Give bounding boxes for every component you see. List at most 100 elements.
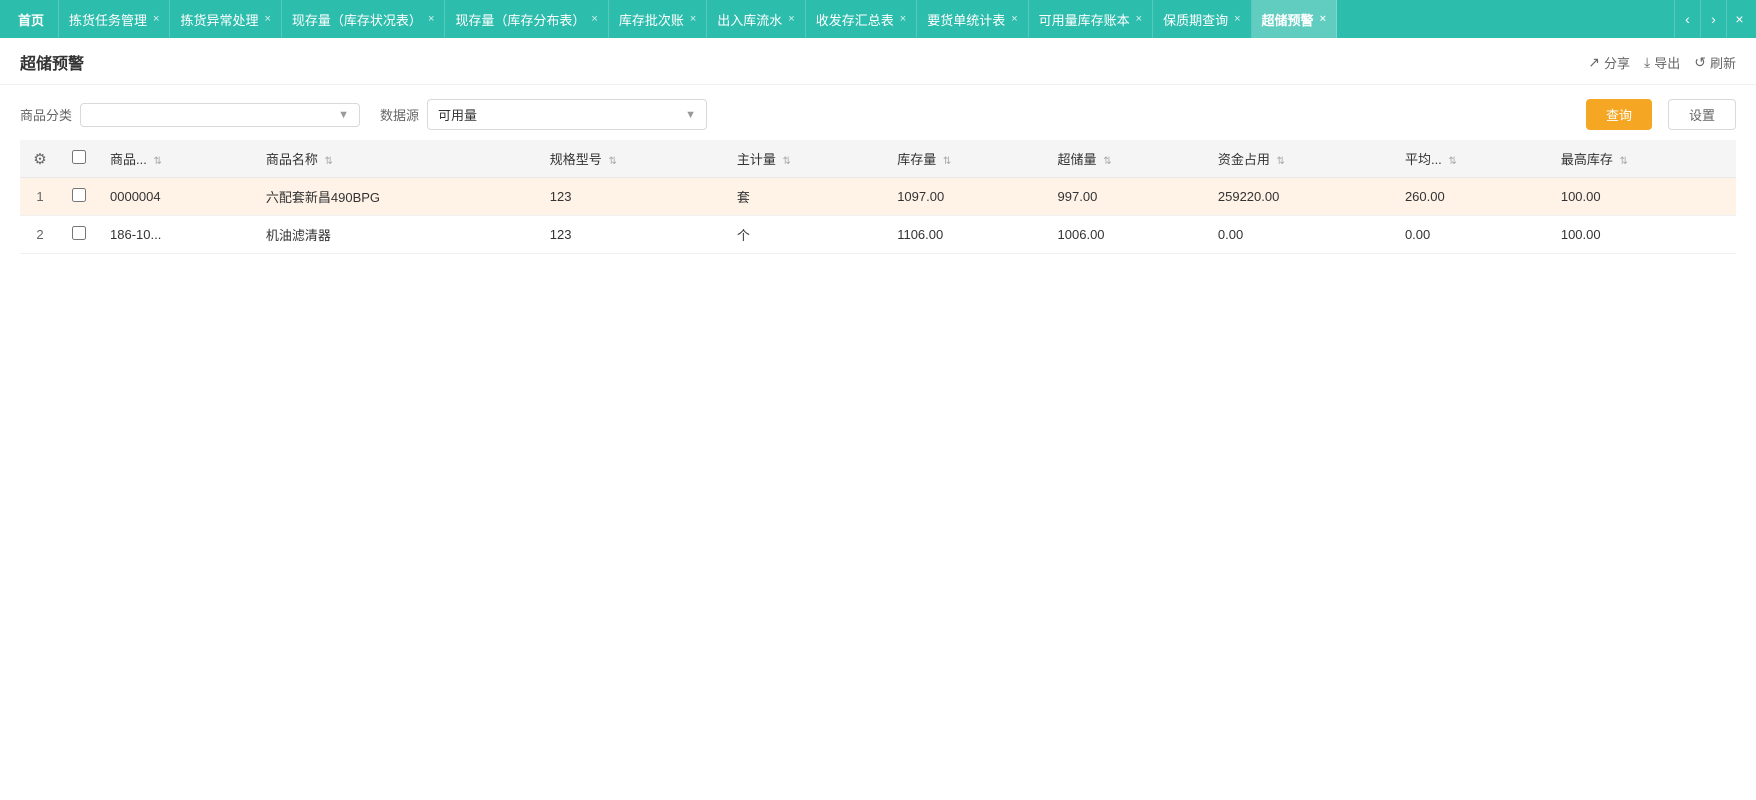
cell-overstock-1: 1006.00	[1046, 216, 1206, 254]
nav-tab-0[interactable]: 拣货任务管理 ×	[59, 0, 170, 38]
share-icon: ↗	[1588, 54, 1600, 71]
sort-icon-unit: ⇅	[783, 156, 791, 167]
col-max-stock-header[interactable]: 最高库存 ⇅	[1549, 140, 1736, 178]
sort-icon-capital: ⇅	[1277, 156, 1285, 167]
row-select-1[interactable]	[72, 226, 86, 240]
nav-bar: 首页 拣货任务管理 × 拣货异常处理 × 现存量（库存状况表） × 现存量（库存…	[0, 0, 1756, 38]
cell-overstock-0: 997.00	[1046, 178, 1206, 216]
product-category-select[interactable]: ▼	[80, 103, 360, 127]
cell-avg-0: 260.00	[1393, 178, 1549, 216]
query-button[interactable]: 查询	[1586, 99, 1652, 130]
cell-stock-1: 1106.00	[885, 216, 1045, 254]
cell-capital-1: 0.00	[1206, 216, 1393, 254]
sort-icon-product-code: ⇅	[153, 156, 161, 167]
col-product-code-header[interactable]: 商品... ⇅	[98, 140, 254, 178]
data-source-select[interactable]: 可用量 ▼	[427, 99, 707, 130]
close-tab-8[interactable]: ×	[1136, 13, 1142, 25]
nav-tab-4[interactable]: 库存批次账 ×	[609, 0, 707, 38]
filter-bar: 商品分类 ▼ 数据源 可用量 ▼ 查询 设置	[0, 85, 1756, 140]
nav-tab-6[interactable]: 收发存汇总表 ×	[806, 0, 917, 38]
data-table: ⚙ 商品... ⇅ 商品名称 ⇅ 规格型号 ⇅	[20, 140, 1736, 254]
col-spec-header[interactable]: 规格型号 ⇅	[538, 140, 725, 178]
refresh-label: 刷新	[1710, 53, 1736, 72]
col-avg-header[interactable]: 平均... ⇅	[1393, 140, 1549, 178]
row-num-0: 1	[20, 178, 60, 216]
table-body: 1 0000004 六配套新昌490BPG 123 套 1097.00 997.…	[20, 178, 1736, 254]
nav-home[interactable]: 首页	[4, 0, 59, 38]
refresh-button[interactable]: ↺ 刷新	[1694, 53, 1736, 72]
header-actions: ↗ 分享 ⤓ 导出 ↺ 刷新	[1588, 53, 1736, 72]
product-category-label: 商品分类	[20, 105, 72, 124]
cell-spec-1: 123	[538, 216, 725, 254]
cell-product-code-0: 0000004	[98, 178, 254, 216]
table-container: ⚙ 商品... ⇅ 商品名称 ⇅ 规格型号 ⇅	[0, 140, 1756, 254]
nav-tab-9[interactable]: 保质期查询 ×	[1153, 0, 1251, 38]
nav-tab-5[interactable]: 出入库流水 ×	[707, 0, 805, 38]
close-tab-6[interactable]: ×	[900, 13, 906, 25]
cell-product-name-0: 六配套新昌490BPG	[254, 178, 538, 216]
page-header: 超储预警 ↗ 分享 ⤓ 导出 ↺ 刷新	[0, 38, 1756, 85]
cell-max-stock-1: 100.00	[1549, 216, 1736, 254]
close-tab-1[interactable]: ×	[264, 13, 270, 25]
settings-button[interactable]: 设置	[1668, 99, 1736, 130]
gear-icon[interactable]: ⚙	[33, 151, 46, 168]
sort-icon-overstock: ⇅	[1103, 156, 1111, 167]
table-row: 1 0000004 六配套新昌490BPG 123 套 1097.00 997.…	[20, 178, 1736, 216]
export-button[interactable]: ⤓ 导出	[1644, 53, 1680, 72]
data-source-label: 数据源	[380, 105, 419, 124]
cell-max-stock-0: 100.00	[1549, 178, 1736, 216]
nav-tab-2[interactable]: 现存量（库存状况表） ×	[282, 0, 445, 38]
data-source-chevron-icon: ▼	[685, 109, 696, 121]
col-checkbox-header	[60, 140, 98, 178]
close-tab-10[interactable]: ×	[1320, 13, 1326, 25]
close-tab-3[interactable]: ×	[591, 13, 597, 25]
table-row: 2 186-10... 机油滤清器 123 个 1106.00 1006.00 …	[20, 216, 1736, 254]
row-num-1: 2	[20, 216, 60, 254]
sort-icon-avg: ⇅	[1448, 156, 1456, 167]
cell-spec-0: 123	[538, 178, 725, 216]
col-product-name-header[interactable]: 商品名称 ⇅	[254, 140, 538, 178]
nav-close-button[interactable]: ×	[1726, 0, 1752, 38]
sort-icon-stock: ⇅	[943, 156, 951, 167]
export-icon: ⤓	[1644, 54, 1650, 71]
refresh-icon: ↺	[1694, 54, 1706, 71]
page-title: 超储预警	[20, 50, 84, 74]
share-button[interactable]: ↗ 分享	[1588, 53, 1630, 72]
sort-icon-spec: ⇅	[608, 156, 616, 167]
col-overstock-header[interactable]: 超储量 ⇅	[1046, 140, 1206, 178]
close-tab-9[interactable]: ×	[1234, 13, 1240, 25]
select-all-checkbox[interactable]	[72, 150, 86, 164]
close-tab-0[interactable]: ×	[153, 13, 159, 25]
sort-icon-max-stock: ⇅	[1619, 156, 1627, 167]
nav-prev-button[interactable]: ‹	[1674, 0, 1700, 38]
export-label: 导出	[1654, 53, 1680, 72]
row-checkbox-0	[60, 178, 98, 216]
filter-buttons: 查询 设置	[1586, 99, 1736, 130]
cell-unit-0: 套	[725, 178, 885, 216]
col-gear-header: ⚙	[20, 140, 60, 178]
nav-next-button[interactable]: ›	[1700, 0, 1726, 38]
close-tab-2[interactable]: ×	[428, 13, 434, 25]
nav-tab-10[interactable]: 超储预警 ×	[1252, 0, 1337, 38]
data-source-value: 可用量	[438, 105, 477, 124]
cell-capital-0: 259220.00	[1206, 178, 1393, 216]
close-tab-4[interactable]: ×	[690, 13, 696, 25]
data-source-filter: 数据源 可用量 ▼	[380, 99, 707, 130]
cell-product-code-1: 186-10...	[98, 216, 254, 254]
col-capital-header[interactable]: 资金占用 ⇅	[1206, 140, 1393, 178]
cell-stock-0: 1097.00	[885, 178, 1045, 216]
col-unit-header[interactable]: 主计量 ⇅	[725, 140, 885, 178]
nav-tab-8[interactable]: 可用量库存账本 ×	[1029, 0, 1153, 38]
nav-tab-1[interactable]: 拣货异常处理 ×	[170, 0, 281, 38]
close-tab-5[interactable]: ×	[788, 13, 794, 25]
close-tab-7[interactable]: ×	[1011, 13, 1017, 25]
nav-tab-7[interactable]: 要货单统计表 ×	[917, 0, 1028, 38]
table-header-row: ⚙ 商品... ⇅ 商品名称 ⇅ 规格型号 ⇅	[20, 140, 1736, 178]
sort-icon-product-name: ⇅	[325, 156, 333, 167]
row-checkbox-1	[60, 216, 98, 254]
col-stock-header[interactable]: 库存量 ⇅	[885, 140, 1045, 178]
page-content: 超储预警 ↗ 分享 ⤓ 导出 ↺ 刷新 商品分类 ▼ 数据源	[0, 38, 1756, 800]
cell-avg-1: 0.00	[1393, 216, 1549, 254]
nav-tab-3[interactable]: 现存量（库存分布表） ×	[445, 0, 608, 38]
row-select-0[interactable]	[72, 188, 86, 202]
